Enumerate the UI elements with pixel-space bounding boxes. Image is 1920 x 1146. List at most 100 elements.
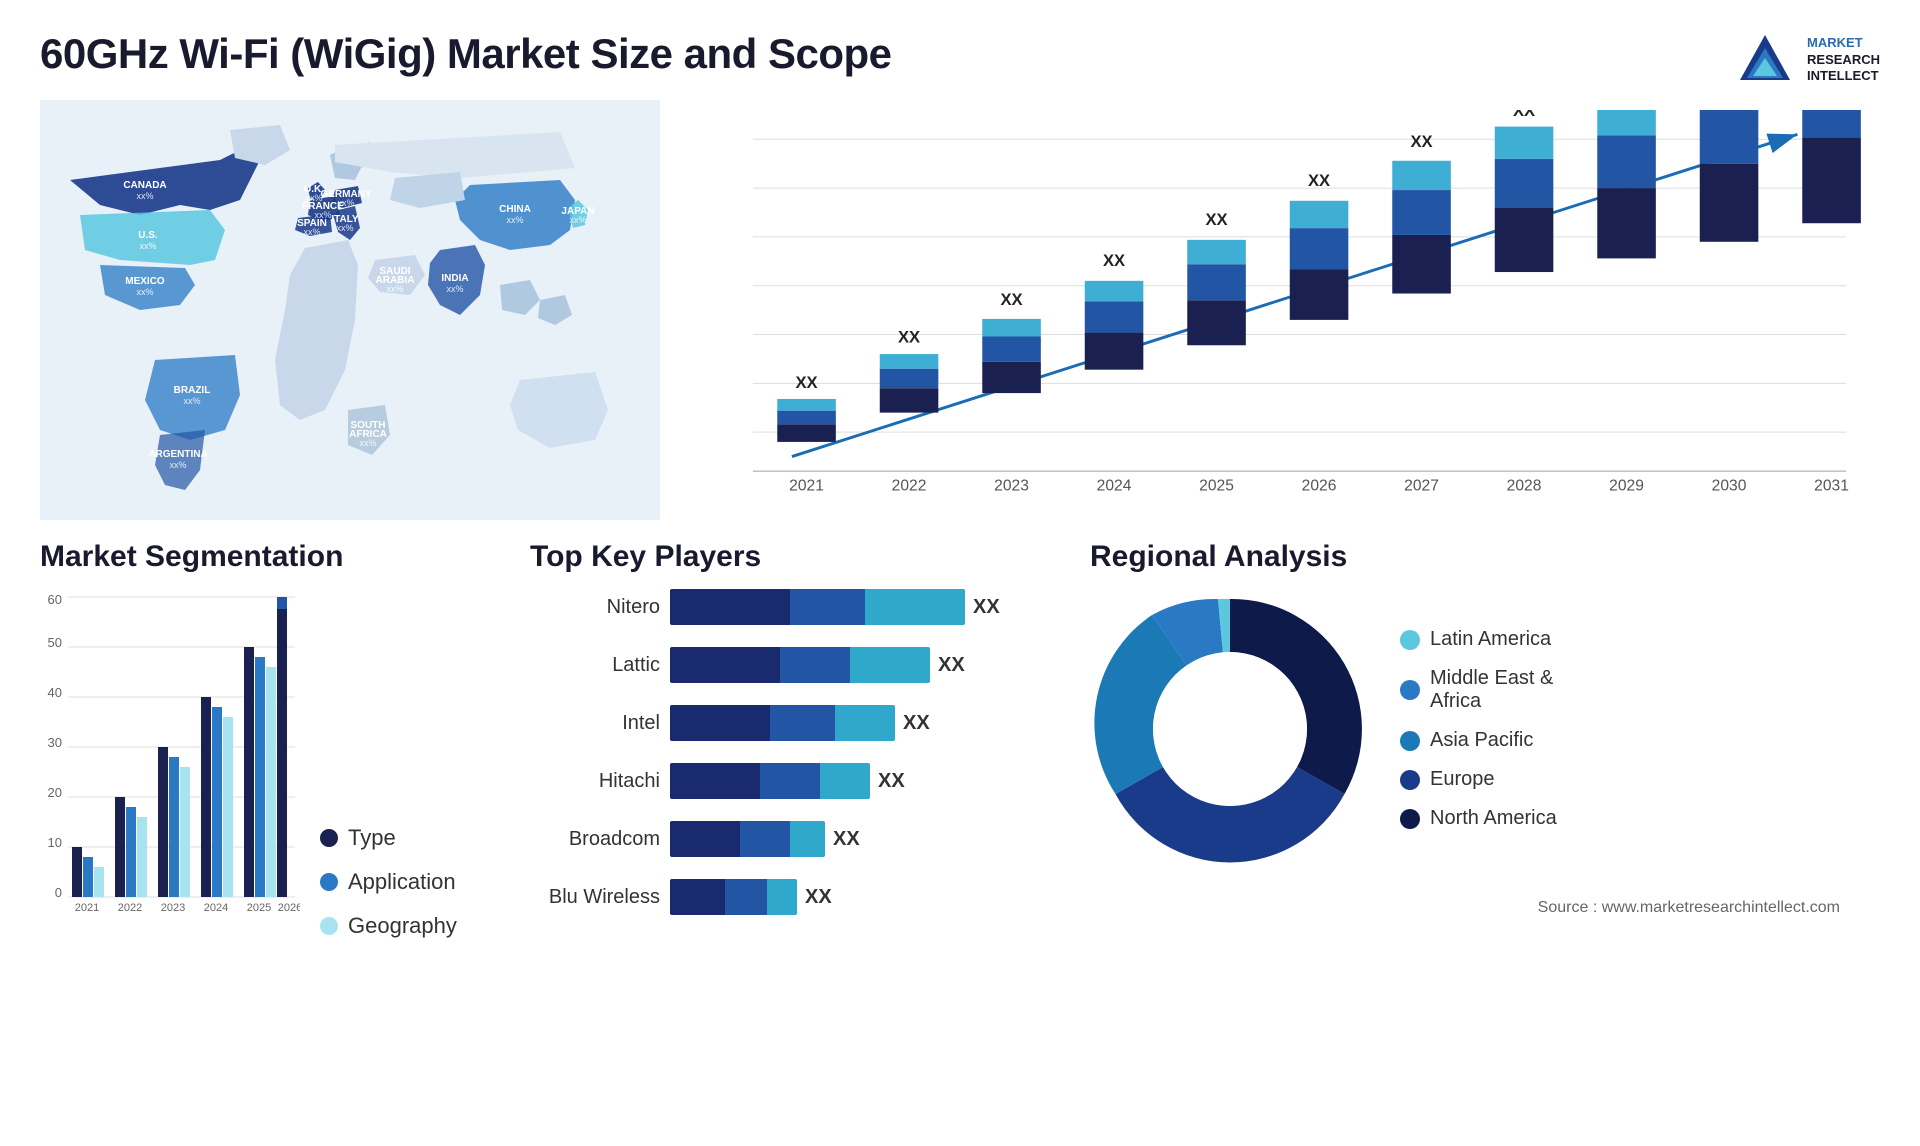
svg-text:2022: 2022: [892, 478, 927, 495]
svg-text:2023: 2023: [994, 478, 1029, 495]
legend-item-geography: Geography: [320, 913, 457, 939]
type-dot: [320, 829, 338, 847]
player-row-broadcom: Broadcom XX: [530, 821, 1050, 857]
north-america-dot: [1400, 809, 1420, 829]
donut-chart: [1090, 589, 1370, 869]
svg-text:2028: 2028: [1507, 478, 1542, 495]
middle-east-africa-dot: [1400, 680, 1420, 700]
player-row-lattic: Lattic XX: [530, 647, 1050, 683]
svg-text:U.S.: U.S.: [138, 230, 158, 241]
svg-text:xx%: xx%: [359, 438, 376, 448]
svg-text:2024: 2024: [1097, 478, 1132, 495]
svg-text:2023: 2023: [161, 902, 185, 914]
donut-container: Latin America Middle East &Africa Asia P…: [1090, 589, 1880, 869]
svg-text:0: 0: [55, 885, 62, 900]
svg-text:xx%: xx%: [169, 460, 186, 470]
svg-text:2024: 2024: [204, 902, 228, 914]
legend-item-application: Application: [320, 869, 457, 895]
latin-america-dot: [1400, 630, 1420, 650]
svg-text:2025: 2025: [1199, 478, 1234, 495]
bar-chart-section: XX 2021 XX 2022 XX 2023 XX 2024 XX: [680, 100, 1880, 520]
legend-middle-east-africa: Middle East &Africa: [1400, 667, 1557, 713]
player-name-hitachi: Hitachi: [530, 770, 660, 793]
svg-text:BRAZIL: BRAZIL: [174, 385, 211, 396]
page-header: 60GHz Wi-Fi (WiGig) Market Size and Scop…: [0, 0, 1920, 100]
forecast-bar-chart: XX 2021 XX 2022 XX 2023 XX 2024 XX: [680, 110, 1880, 520]
world-map-section: CANADA xx% U.S. xx% MEXICO xx% BRAZIL xx…: [40, 100, 660, 520]
svg-text:60: 60: [48, 592, 62, 607]
svg-text:XX: XX: [898, 327, 920, 346]
svg-text:30: 30: [48, 735, 62, 750]
svg-text:xx%: xx%: [337, 198, 354, 208]
svg-text:XX: XX: [1103, 251, 1125, 270]
europe-dot: [1400, 770, 1420, 790]
player-bar-broadcom: XX: [670, 821, 860, 857]
svg-text:CHINA: CHINA: [499, 204, 531, 215]
regional-legend: Latin America Middle East &Africa Asia P…: [1400, 628, 1557, 830]
svg-text:ARGENTINA: ARGENTINA: [148, 449, 207, 460]
geography-dot: [320, 917, 338, 935]
top-content: CANADA xx% U.S. xx% MEXICO xx% BRAZIL xx…: [0, 100, 1920, 520]
svg-text:40: 40: [48, 685, 62, 700]
svg-text:xx%: xx%: [303, 227, 320, 237]
player-row-intel: Intel XX: [530, 705, 1050, 741]
player-name-intel: Intel: [530, 712, 660, 735]
segmentation-content: 0 10 20 30 40 50 60: [40, 589, 490, 939]
svg-text:2026: 2026: [278, 902, 300, 914]
svg-text:xx%: xx%: [136, 191, 153, 201]
application-dot: [320, 873, 338, 891]
svg-text:2031: 2031: [1814, 478, 1849, 495]
svg-text:xx%: xx%: [336, 223, 353, 233]
logo-area: MARKET RESEARCH INTELLECT: [1735, 30, 1880, 90]
seg-chart-svg: 0 10 20 30 40 50 60: [40, 589, 300, 949]
world-map-svg: CANADA xx% U.S. xx% MEXICO xx% BRAZIL xx…: [40, 100, 660, 520]
logo-text: MARKET RESEARCH INTELLECT: [1807, 35, 1880, 86]
regional-section: Regional Analysis: [1090, 540, 1880, 1070]
player-bar-intel: XX: [670, 705, 930, 741]
player-name-lattic: Lattic: [530, 654, 660, 677]
page-title: 60GHz Wi-Fi (WiGig) Market Size and Scop…: [40, 30, 892, 78]
svg-text:2025: 2025: [247, 902, 271, 914]
middle-east-africa-label: Middle East &Africa: [1430, 667, 1553, 713]
svg-text:10: 10: [48, 835, 62, 850]
segmentation-section: Market Segmentation 0 10 20 30 40 50 60: [40, 540, 490, 1070]
svg-text:xx%: xx%: [183, 396, 200, 406]
svg-text:xx%: xx%: [569, 215, 586, 225]
svg-text:XX: XX: [1513, 110, 1535, 120]
svg-text:xx%: xx%: [506, 215, 523, 225]
segmentation-legend: Type Application Geography: [320, 825, 457, 939]
svg-text:XX: XX: [1308, 171, 1330, 190]
svg-text:20: 20: [48, 785, 62, 800]
player-name-blu-wireless: Blu Wireless: [530, 886, 660, 909]
segmentation-chart: 0 10 20 30 40 50 60: [40, 589, 300, 939]
bottom-area: Market Segmentation 0 10 20 30 40 50 60: [0, 520, 1920, 1080]
asia-pacific-dot: [1400, 731, 1420, 751]
player-bar-lattic: XX: [670, 647, 965, 683]
svg-text:xx%: xx%: [139, 241, 156, 251]
player-bar-blu-wireless: XX: [670, 879, 832, 915]
svg-text:xx%: xx%: [136, 287, 153, 297]
svg-text:2027: 2027: [1404, 478, 1439, 495]
svg-text:MEXICO: MEXICO: [125, 276, 165, 287]
player-row-blu-wireless: Blu Wireless XX: [530, 879, 1050, 915]
players-title: Top Key Players: [530, 540, 1050, 574]
svg-text:2030: 2030: [1712, 478, 1747, 495]
svg-text:2026: 2026: [1302, 478, 1337, 495]
svg-text:INDIA: INDIA: [441, 273, 468, 284]
svg-text:XX: XX: [795, 373, 817, 392]
player-bar-nitero: XX: [670, 589, 1000, 625]
legend-north-america: North America: [1400, 807, 1557, 830]
svg-text:2022: 2022: [118, 902, 142, 914]
svg-text:2021: 2021: [789, 478, 824, 495]
svg-text:XX: XX: [1000, 290, 1022, 309]
legend-item-type: Type: [320, 825, 457, 851]
svg-text:2021: 2021: [75, 902, 99, 914]
legend-asia-pacific: Asia Pacific: [1400, 729, 1557, 752]
svg-text:XX: XX: [1205, 210, 1227, 229]
svg-text:50: 50: [48, 635, 62, 650]
legend-latin-america: Latin America: [1400, 628, 1557, 651]
svg-text:2029: 2029: [1609, 478, 1644, 495]
svg-text:xx%: xx%: [446, 284, 463, 294]
svg-text:xx%: xx%: [386, 284, 403, 294]
regional-title: Regional Analysis: [1090, 540, 1880, 574]
